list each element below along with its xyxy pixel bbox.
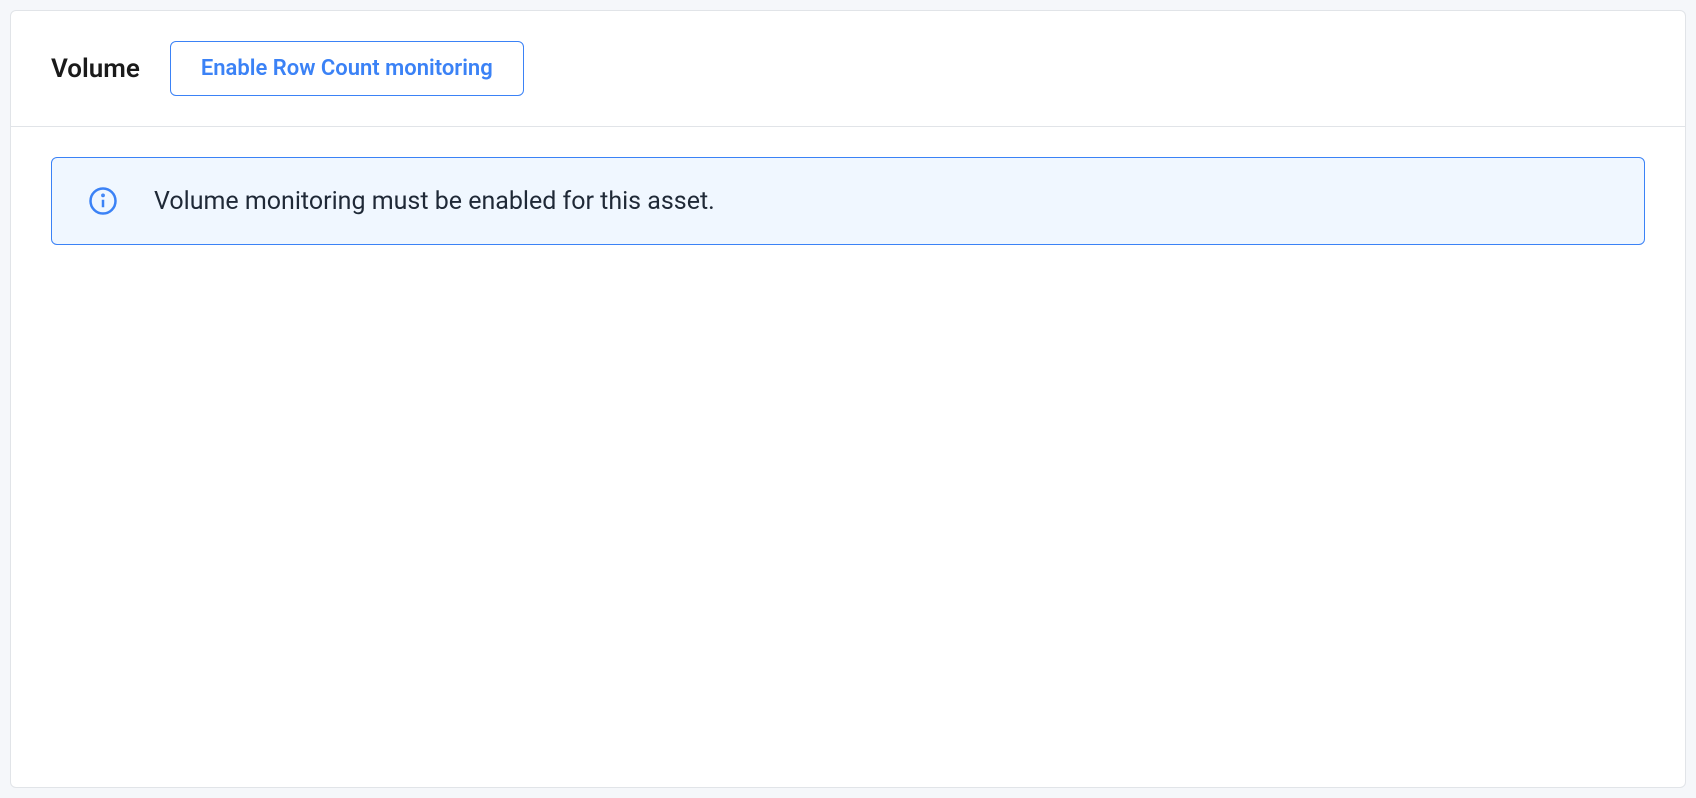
enable-row-count-button[interactable]: Enable Row Count monitoring <box>170 41 524 96</box>
volume-panel: Volume Enable Row Count monitoring Volum… <box>10 10 1686 788</box>
panel-header: Volume Enable Row Count monitoring <box>11 11 1685 127</box>
info-alert: Volume monitoring must be enabled for th… <box>51 157 1645 245</box>
panel-body: Volume monitoring must be enabled for th… <box>11 127 1685 787</box>
info-icon <box>88 186 118 216</box>
panel-title: Volume <box>51 54 140 84</box>
alert-message: Volume monitoring must be enabled for th… <box>154 187 715 216</box>
